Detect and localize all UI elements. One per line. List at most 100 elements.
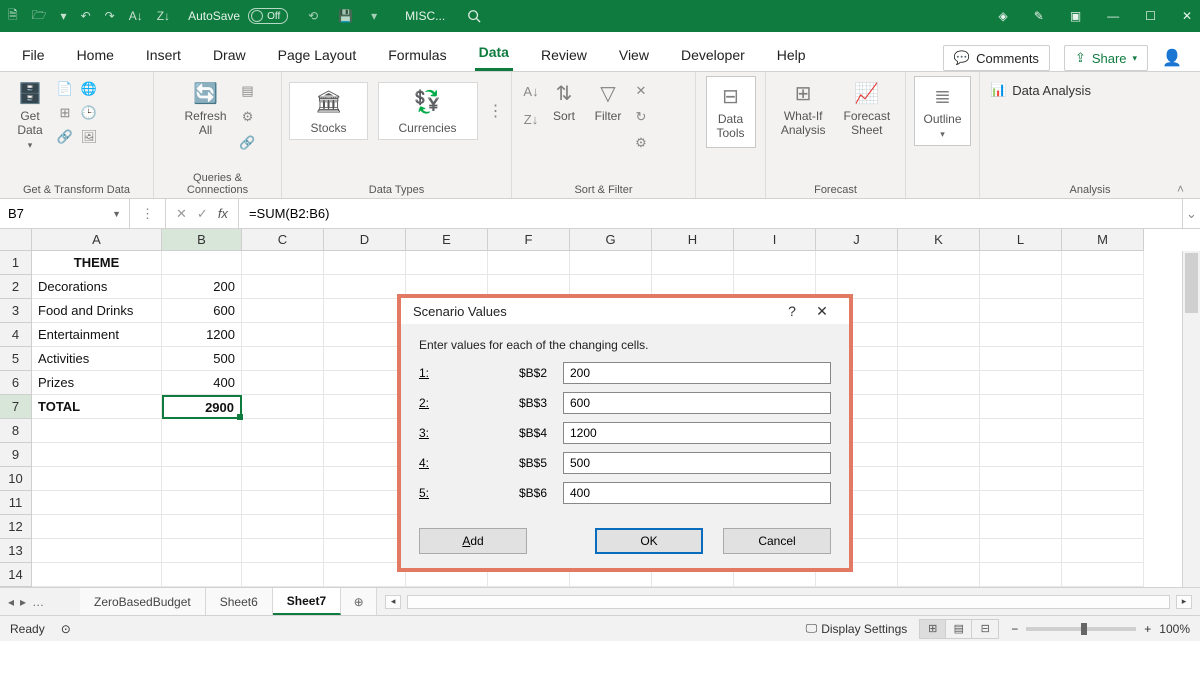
cell[interactable]	[32, 515, 162, 539]
cell[interactable]	[324, 371, 406, 395]
sort-desc-icon[interactable]: Z↓	[157, 9, 170, 23]
cell[interactable]	[898, 371, 980, 395]
row-header[interactable]: 7	[0, 395, 32, 419]
row-header[interactable]: 14	[0, 563, 32, 587]
cell[interactable]	[980, 467, 1062, 491]
row-header[interactable]: 9	[0, 443, 32, 467]
next-sheet-icon[interactable]: ▸	[20, 595, 26, 609]
column-header[interactable]: G	[570, 229, 652, 251]
cell[interactable]	[898, 275, 980, 299]
cell[interactable]	[242, 395, 324, 419]
tab-review[interactable]: Review	[537, 47, 591, 71]
cell[interactable]	[898, 347, 980, 371]
fx-icon[interactable]: fx	[218, 206, 228, 221]
column-header[interactable]: M	[1062, 229, 1144, 251]
sort-za-icon[interactable]: Z↓	[522, 110, 540, 128]
accessibility-icon[interactable]: ⊙	[61, 622, 71, 636]
window-icon[interactable]: ▣	[1070, 9, 1081, 23]
cell[interactable]	[324, 347, 406, 371]
filter-button[interactable]: ▽ Filter	[588, 76, 628, 152]
tab-pagelayout[interactable]: Page Layout	[274, 47, 361, 71]
sheet-tab[interactable]: Sheet6	[206, 588, 273, 615]
close-icon[interactable]: ✕	[807, 303, 837, 320]
row-header[interactable]: 2	[0, 275, 32, 299]
cell[interactable]	[242, 347, 324, 371]
cell[interactable]	[980, 491, 1062, 515]
refresh-all-button[interactable]: 🔄 Refresh All	[178, 76, 232, 152]
sheet-tab[interactable]: ZeroBasedBudget	[80, 588, 206, 615]
cell[interactable]	[980, 539, 1062, 563]
forecast-sheet-button[interactable]: 📈 Forecast Sheet	[838, 76, 897, 142]
cell[interactable]	[162, 251, 242, 275]
accept-formula-icon[interactable]: ✓	[197, 206, 208, 222]
cell[interactable]	[32, 443, 162, 467]
cell[interactable]	[1062, 299, 1144, 323]
cell[interactable]: Decorations	[32, 275, 162, 299]
zoom-out-icon[interactable]: −	[1011, 622, 1018, 636]
column-header[interactable]: L	[980, 229, 1062, 251]
row-header[interactable]: 13	[0, 539, 32, 563]
value-input[interactable]	[563, 362, 831, 384]
cell[interactable]	[32, 563, 162, 587]
column-header[interactable]: E	[406, 229, 488, 251]
normal-view-icon[interactable]: ⊞	[920, 620, 946, 638]
row-header[interactable]: 6	[0, 371, 32, 395]
cell[interactable]	[324, 275, 406, 299]
zoom-in-icon[interactable]: +	[1144, 622, 1151, 636]
redo-icon[interactable]: ↷	[105, 9, 115, 23]
refresh-icon[interactable]: ⟲	[308, 9, 318, 23]
properties-icon[interactable]: ⚙	[239, 108, 257, 126]
value-input[interactable]	[563, 452, 831, 474]
share-button[interactable]: ⇪ Share ▾	[1064, 45, 1148, 71]
currencies-button[interactable]: 💱 Currencies	[378, 82, 478, 140]
cell[interactable]	[898, 299, 980, 323]
cell[interactable]	[32, 467, 162, 491]
cell[interactable]	[980, 515, 1062, 539]
tab-help[interactable]: Help	[773, 47, 810, 71]
open-icon[interactable]: 🗁	[32, 6, 47, 27]
cell[interactable]	[1062, 323, 1144, 347]
stocks-button[interactable]: 🏛 Stocks	[289, 82, 367, 140]
undo-icon[interactable]: ↶	[81, 9, 91, 23]
cell[interactable]	[242, 323, 324, 347]
row-header[interactable]: 5	[0, 347, 32, 371]
zoom-control[interactable]: − + 100%	[1011, 622, 1190, 636]
ok-button[interactable]: OK	[595, 528, 703, 554]
cell[interactable]	[324, 491, 406, 515]
cell[interactable]	[980, 395, 1062, 419]
row-header[interactable]: 12	[0, 515, 32, 539]
collapse-ribbon-icon[interactable]: ˄	[1177, 182, 1184, 196]
cell[interactable]	[1062, 371, 1144, 395]
cell[interactable]	[1062, 251, 1144, 275]
column-header[interactable]: D	[324, 229, 406, 251]
vertical-scrollbar[interactable]	[1182, 251, 1200, 587]
cell[interactable]	[242, 275, 324, 299]
cancel-button[interactable]: Cancel	[723, 528, 831, 554]
cell[interactable]	[324, 563, 406, 587]
cell[interactable]: 500	[162, 347, 242, 371]
comments-button[interactable]: 💬 Comments	[943, 45, 1050, 71]
tab-developer[interactable]: Developer	[677, 47, 749, 71]
dropdown-icon[interactable]: ▾	[61, 9, 67, 23]
cell[interactable]	[898, 539, 980, 563]
cell[interactable]	[324, 419, 406, 443]
cell[interactable]	[980, 299, 1062, 323]
advanced-icon[interactable]: ⚙	[632, 134, 650, 152]
cell[interactable]	[242, 563, 324, 587]
diamond-icon[interactable]: ◈	[999, 9, 1008, 23]
sheets-menu-icon[interactable]: …	[32, 595, 44, 609]
column-header[interactable]: C	[242, 229, 324, 251]
value-input[interactable]	[563, 422, 831, 444]
name-box-expand[interactable]: ⋮	[130, 199, 166, 228]
cell[interactable]: Activities	[32, 347, 162, 371]
tab-formulas[interactable]: Formulas	[384, 47, 450, 71]
from-pic-icon[interactable]: 🖼	[80, 128, 98, 146]
cell[interactable]	[324, 323, 406, 347]
cell[interactable]	[1062, 419, 1144, 443]
get-data-button[interactable]: 🗄️ Get Data ▾	[10, 76, 50, 154]
cell[interactable]	[242, 419, 324, 443]
edit-links-icon[interactable]: 🔗	[239, 134, 257, 152]
cell[interactable]: 2900	[162, 395, 242, 419]
cell[interactable]	[162, 491, 242, 515]
page-layout-icon[interactable]: ▤	[946, 620, 972, 638]
